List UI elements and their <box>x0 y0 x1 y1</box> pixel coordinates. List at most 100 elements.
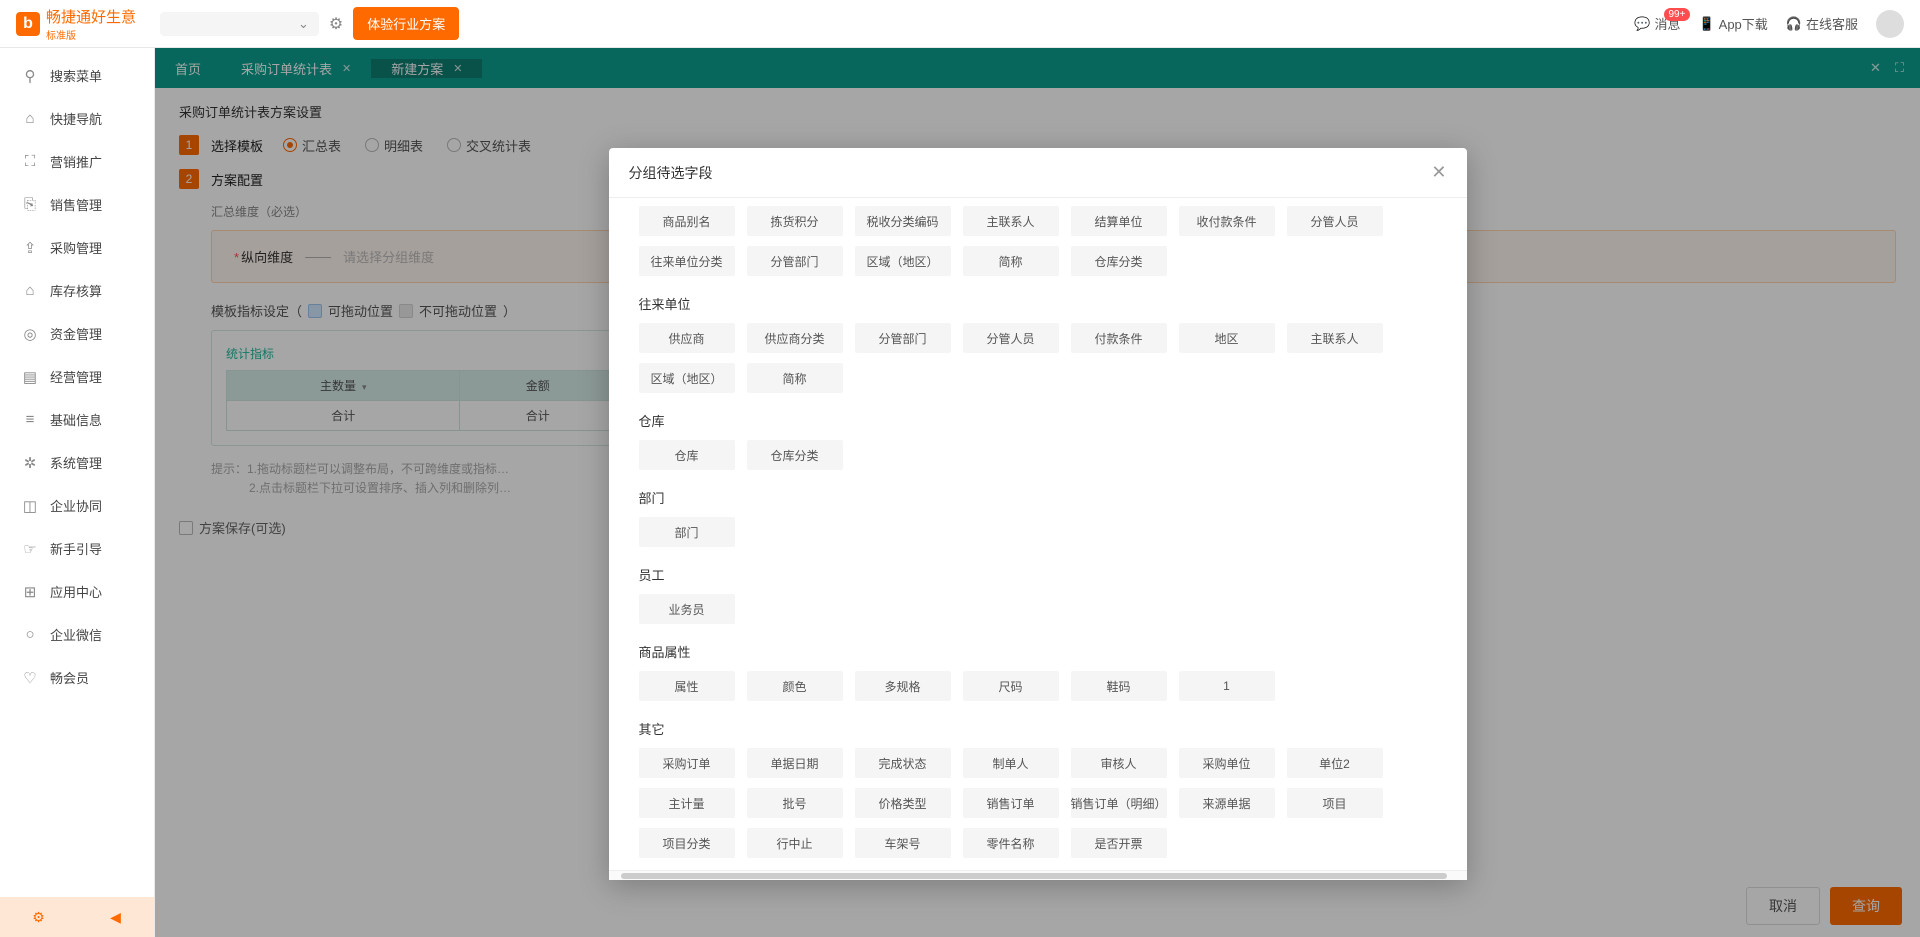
field-chip[interactable]: 部门 <box>639 517 735 547</box>
sidebar-collapse-button[interactable]: ◀ <box>77 897 154 937</box>
industry-solution-button[interactable]: 体验行业方案 <box>353 7 459 40</box>
field-group-title: 部门 <box>639 488 1467 507</box>
sidebar-item[interactable]: ◫企业协同 <box>0 484 154 527</box>
field-chip[interactable]: 区域（地区） <box>855 246 951 276</box>
gear-icon[interactable]: ⚙ <box>329 14 343 34</box>
field-chip[interactable]: 简称 <box>747 363 843 393</box>
field-chip[interactable]: 仓库分类 <box>1071 246 1167 276</box>
field-chip[interactable]: 单据日期 <box>747 748 843 778</box>
avatar[interactable] <box>1876 10 1904 38</box>
field-chip[interactable]: 批号 <box>747 788 843 818</box>
field-chip[interactable]: 颜色 <box>747 671 843 701</box>
sidebar-item-label: 新手引导 <box>50 539 102 558</box>
field-group-title: 仓库 <box>639 411 1467 430</box>
brand-name: 畅捷通好生意 <box>46 6 136 27</box>
sidebar-item[interactable]: ♡畅会员 <box>0 656 154 699</box>
field-chip[interactable]: 零件名称 <box>963 828 1059 858</box>
sidebar-item[interactable]: ⎘ 销售管理 <box>0 183 154 226</box>
sidebar-item[interactable]: ⛶营销推广 <box>0 140 154 183</box>
message-badge: 99+ <box>1664 8 1691 21</box>
field-chip[interactable]: 尺码 <box>963 671 1059 701</box>
field-chip[interactable]: 销售订单（明细） <box>1071 788 1167 818</box>
sidebar-settings-button[interactable]: ⚙ <box>0 897 77 937</box>
message-icon: 💬 <box>1634 16 1650 32</box>
logo: b 畅捷通好生意 标准版 <box>16 6 136 42</box>
sidebar-item-icon: ⚲ <box>22 68 38 84</box>
field-chip[interactable]: 1 <box>1179 671 1275 701</box>
sidebar-item-icon: ⎘ <box>22 197 38 213</box>
field-chip[interactable]: 主计量 <box>639 788 735 818</box>
sidebar-item[interactable]: ○企业微信 <box>0 613 154 656</box>
sidebar-item-label: 企业协同 <box>50 496 102 515</box>
field-chip[interactable]: 税收分类编码 <box>855 206 951 236</box>
field-chip[interactable]: 分管人员 <box>1287 206 1383 236</box>
field-chip[interactable]: 收付款条件 <box>1179 206 1275 236</box>
field-chip[interactable]: 行中止 <box>747 828 843 858</box>
field-chip[interactable]: 结算单位 <box>1071 206 1167 236</box>
field-chip[interactable]: 主联系人 <box>1287 323 1383 353</box>
field-chip[interactable]: 商品别名 <box>639 206 735 236</box>
field-chip[interactable]: 采购订单 <box>639 748 735 778</box>
sidebar-item[interactable]: ⇪采购管理 <box>0 226 154 269</box>
field-chip[interactable]: 来源单据 <box>1179 788 1275 818</box>
field-chip[interactable]: 车架号 <box>855 828 951 858</box>
field-chip[interactable]: 供应商分类 <box>747 323 843 353</box>
app-download-link[interactable]: 📱 App下载 <box>1698 14 1767 33</box>
field-chip[interactable]: 仓库分类 <box>747 440 843 470</box>
scroll-thumb[interactable] <box>621 873 1447 879</box>
modal-title: 分组待选字段 <box>629 163 713 183</box>
sidebar-item[interactable]: ⊞应用中心 <box>0 570 154 613</box>
modal-close-icon[interactable]: ✕ <box>1431 162 1446 183</box>
field-chip[interactable]: 分管部门 <box>747 246 843 276</box>
sidebar-item-label: 销售管理 <box>50 195 102 214</box>
field-group-title: 往来单位 <box>639 294 1467 313</box>
field-chip[interactable]: 分管人员 <box>963 323 1059 353</box>
field-chip[interactable]: 地区 <box>1179 323 1275 353</box>
field-chip[interactable]: 属性 <box>639 671 735 701</box>
sidebar-item[interactable]: ≡基础信息 <box>0 398 154 441</box>
sidebar-item-label: 系统管理 <box>50 453 102 472</box>
sidebar-item-label: 基础信息 <box>50 410 102 429</box>
sidebar-item-label: 经营管理 <box>50 367 102 386</box>
field-chip[interactable]: 往来单位分类 <box>639 246 735 276</box>
field-chip[interactable]: 项目 <box>1287 788 1383 818</box>
field-chip[interactable]: 完成状态 <box>855 748 951 778</box>
field-chip[interactable]: 简称 <box>963 246 1059 276</box>
field-chip[interactable]: 区域（地区） <box>639 363 735 393</box>
field-chip[interactable]: 鞋码 <box>1071 671 1167 701</box>
field-chip[interactable]: 付款条件 <box>1071 323 1167 353</box>
sidebar-item[interactable]: ⌂库存核算 <box>0 269 154 312</box>
sidebar-item[interactable]: ⌂快捷导航 <box>0 97 154 140</box>
headset-icon: 🎧 <box>1786 16 1802 32</box>
sidebar: ⚲搜索菜单⌂快捷导航⛶营销推广 ⎘ 销售管理 ⇪采购管理⌂库存核算◎资金管理▤经营管理… <box>0 48 155 937</box>
sidebar-item-label: 资金管理 <box>50 324 102 343</box>
sidebar-item[interactable]: ⚲搜索菜单 <box>0 54 154 97</box>
field-chip[interactable]: 审核人 <box>1071 748 1167 778</box>
field-chip[interactable]: 业务员 <box>639 594 735 624</box>
field-chip[interactable]: 销售订单 <box>963 788 1059 818</box>
field-chip[interactable]: 单位2 <box>1287 748 1383 778</box>
brand-edition: 标准版 <box>46 27 136 42</box>
field-chip[interactable]: 仓库 <box>639 440 735 470</box>
field-chip[interactable]: 供应商 <box>639 323 735 353</box>
field-chip[interactable]: 拣货积分 <box>747 206 843 236</box>
field-chip[interactable]: 是否开票 <box>1071 828 1167 858</box>
online-service-link[interactable]: 🎧 在线客服 <box>1786 14 1858 33</box>
sidebar-item[interactable]: ☞新手引导 <box>0 527 154 570</box>
sidebar-item[interactable]: ✲系统管理 <box>0 441 154 484</box>
field-picker-modal: 分组待选字段 ✕ 商品别名拣货积分税收分类编码主联系人结算单位收付款条件分管人员… <box>609 148 1467 880</box>
field-chip[interactable]: 采购单位 <box>1179 748 1275 778</box>
field-chip[interactable]: 分管部门 <box>855 323 951 353</box>
field-chip[interactable]: 制单人 <box>963 748 1059 778</box>
field-chip[interactable]: 价格类型 <box>855 788 951 818</box>
modal-horizontal-scrollbar[interactable] <box>609 870 1467 880</box>
app-header: b 畅捷通好生意 标准版 ⌄ ⚙ 体验行业方案 💬 消息 99+ 📱 App下载… <box>0 0 1920 48</box>
field-chip[interactable]: 多规格 <box>855 671 951 701</box>
sidebar-item-label: 库存核算 <box>50 281 102 300</box>
field-chip[interactable]: 项目分类 <box>639 828 735 858</box>
field-chip[interactable]: 主联系人 <box>963 206 1059 236</box>
sidebar-item[interactable]: ▤经营管理 <box>0 355 154 398</box>
org-dropdown[interactable]: ⌄ <box>160 12 319 36</box>
messages-link[interactable]: 💬 消息 99+ <box>1634 14 1680 33</box>
sidebar-item[interactable]: ◎资金管理 <box>0 312 154 355</box>
